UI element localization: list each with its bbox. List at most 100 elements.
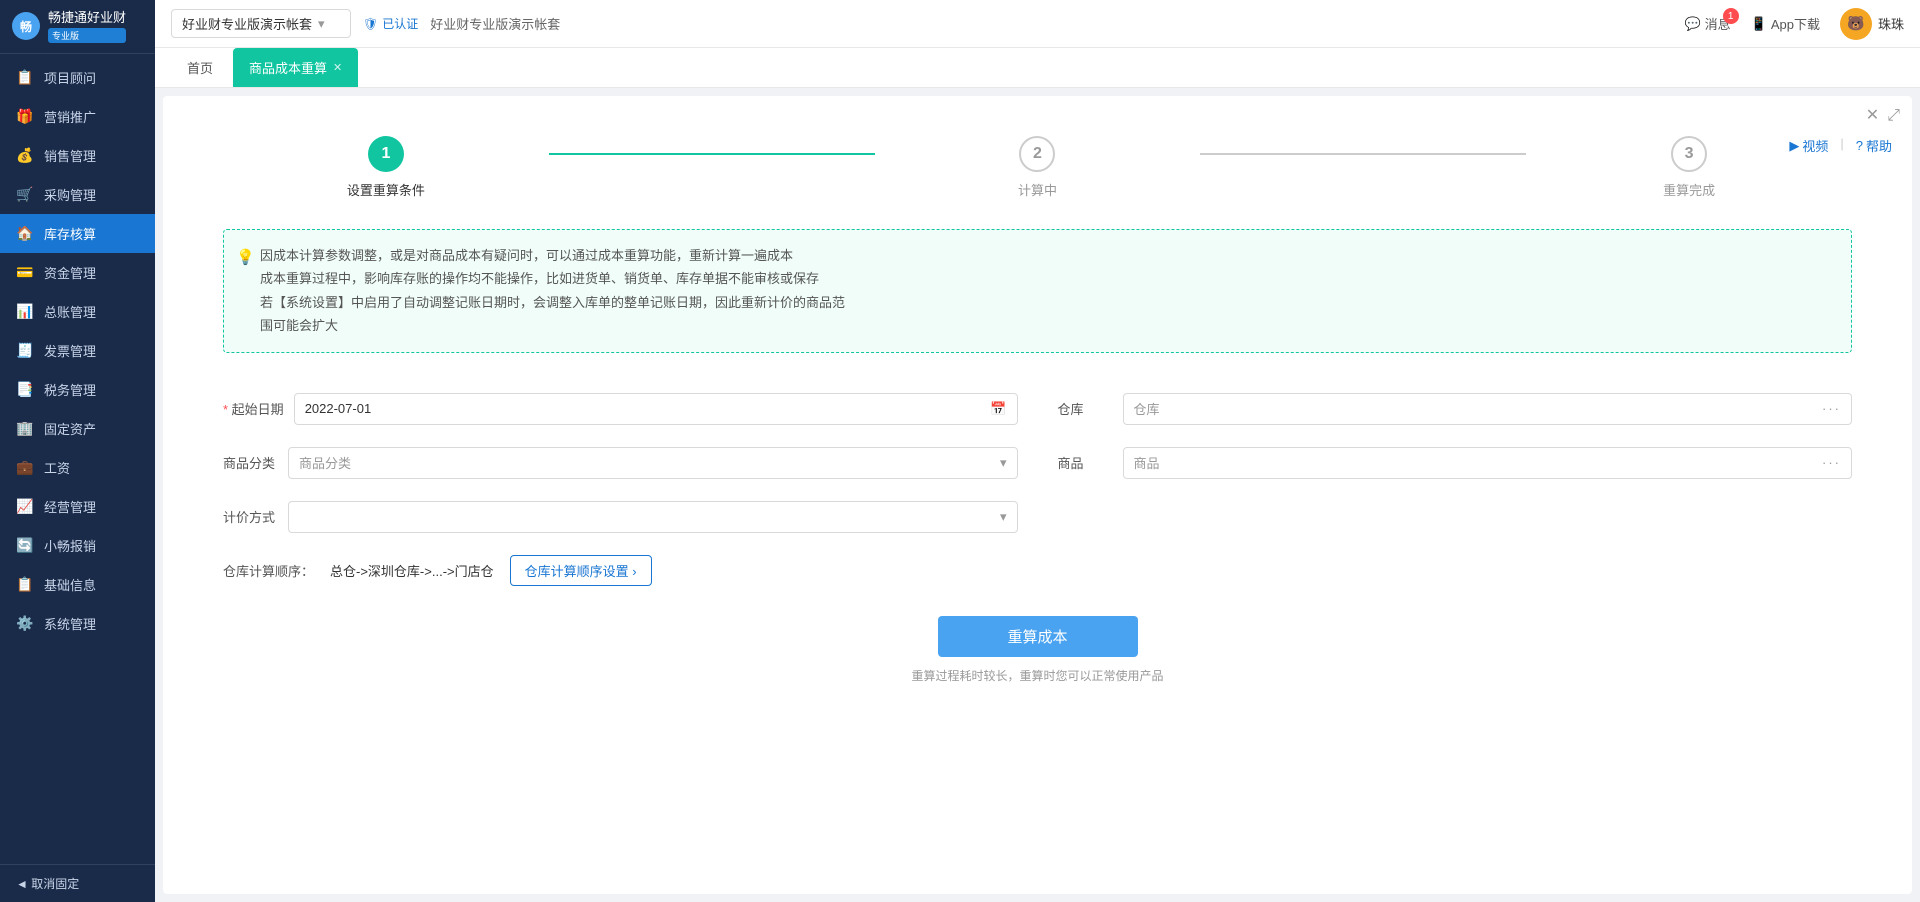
logo-badge: 专业版 bbox=[48, 28, 126, 43]
step-1: 1 设置重算条件 bbox=[223, 136, 549, 199]
step-line-2 bbox=[1200, 153, 1526, 155]
sidebar-item-operation[interactable]: 📈 经营管理 bbox=[0, 487, 155, 526]
project-icon: 📋 bbox=[16, 68, 34, 86]
step-1-label: 设置重算条件 bbox=[347, 180, 425, 199]
category-label: 商品分类 bbox=[223, 453, 278, 472]
user-area: 🐻 珠珠 bbox=[1840, 8, 1904, 40]
message-btn[interactable]: 💬 消息 1 bbox=[1684, 14, 1730, 33]
category-select[interactable]: 商品分类 ▾ bbox=[288, 447, 1018, 479]
sidebar-item-sales[interactable]: 💰 销售管理 bbox=[0, 136, 155, 175]
content-area: ✕ ⤢ ▶ 视频 | ? 帮助 1 设置重算条件 bbox=[163, 96, 1912, 894]
sidebar-item-label: 发票管理 bbox=[44, 341, 96, 360]
step-line-1 bbox=[549, 153, 875, 155]
calc-order-value: 总仓->深圳仓库->...->门店仓 bbox=[330, 561, 494, 580]
sidebar-item-label: 营销推广 bbox=[44, 107, 96, 126]
info-line-4: 围可能会扩大 bbox=[260, 314, 1835, 337]
tab-cost-recalc-label: 商品成本重算 bbox=[249, 58, 327, 77]
tax-icon: 📑 bbox=[16, 380, 34, 398]
notification-badge: 1 bbox=[1723, 8, 1739, 24]
sidebar-item-salary[interactable]: 💼 工资 bbox=[0, 448, 155, 487]
recalc-hint: 重算过程耗时较长，重算时您可以正常使用产品 bbox=[911, 667, 1163, 684]
basic-icon: 📋 bbox=[16, 575, 34, 593]
accounting-icon: 📊 bbox=[16, 302, 34, 320]
pricing-select[interactable]: ▾ bbox=[288, 501, 1018, 533]
verified-badge: 🛡 已认证 bbox=[363, 15, 418, 32]
recalc-btn[interactable]: 重算成本 bbox=[938, 616, 1138, 657]
sidebar: 畅 畅捷通好业财 专业版 📋 项目顾问 🎁 营销推广 💰 销售管理 🛒 采购管理… bbox=[0, 0, 155, 902]
topbar-right: 💬 消息 1 📱 App下载 🐻 珠珠 bbox=[1684, 8, 1904, 40]
tab-close-icon[interactable]: ✕ bbox=[333, 61, 342, 74]
sidebar-item-tax[interactable]: 📑 税务管理 bbox=[0, 370, 155, 409]
sidebar-item-finance[interactable]: 💳 资金管理 bbox=[0, 253, 155, 292]
sidebar-item-project[interactable]: 📋 项目顾问 bbox=[0, 58, 155, 97]
purchase-icon: 🛒 bbox=[16, 185, 34, 203]
app-download-btn[interactable]: 📱 App下载 bbox=[1751, 14, 1820, 33]
step-2: 2 计算中 bbox=[875, 136, 1201, 199]
tab-home[interactable]: 首页 bbox=[171, 48, 229, 87]
warehouse-field: 仓库 仓库 ··· bbox=[1058, 393, 1853, 425]
sidebar-item-accounting[interactable]: 📊 总账管理 bbox=[0, 292, 155, 331]
sidebar-item-purchase[interactable]: 🛒 采购管理 bbox=[0, 175, 155, 214]
verified-label: 已认证 bbox=[382, 15, 418, 32]
info-line-1: 因成本计算参数调整，或是对商品成本有疑问时，可以通过成本重算功能，重新计算一遍成… bbox=[260, 244, 1835, 267]
goods-input[interactable]: 商品 ··· bbox=[1123, 447, 1853, 479]
goods-placeholder: 商品 bbox=[1134, 453, 1160, 472]
sidebar-logo: 畅 畅捷通好业财 专业版 bbox=[0, 0, 155, 54]
sidebar-item-label: 总账管理 bbox=[44, 302, 96, 321]
start-date-input[interactable]: 2022-07-01 📅 bbox=[294, 393, 1018, 425]
warehouse-label: 仓库 bbox=[1058, 399, 1113, 418]
sidebar-item-system[interactable]: ⚙️ 系统管理 bbox=[0, 604, 155, 643]
step-3-circle: 3 bbox=[1671, 136, 1707, 172]
category-placeholder: 商品分类 bbox=[299, 453, 351, 472]
step-3-label: 重算完成 bbox=[1663, 180, 1715, 199]
sidebar-item-label: 小畅报销 bbox=[44, 536, 96, 555]
pricing-field: 计价方式 ▾ bbox=[223, 501, 1018, 533]
category-chevron-icon: ▾ bbox=[1000, 455, 1007, 471]
form-row-2: 商品分类 商品分类 ▾ 商品 商品 ··· bbox=[223, 447, 1852, 479]
company-select-text: 好业财专业版演示帐套 bbox=[182, 14, 312, 33]
tabbar: 首页 商品成本重算 ✕ bbox=[155, 48, 1920, 88]
calc-order-settings-btn[interactable]: 仓库计算顺序设置 › bbox=[510, 555, 652, 586]
goods-more-icon[interactable]: ··· bbox=[1822, 455, 1841, 470]
sidebar-item-expense[interactable]: 🔄 小畅报销 bbox=[0, 526, 155, 565]
goods-label: 商品 bbox=[1058, 453, 1113, 472]
warehouse-input[interactable]: 仓库 ··· bbox=[1123, 393, 1853, 425]
warehouse-more-icon[interactable]: ··· bbox=[1822, 401, 1841, 416]
inventory-icon: 🏠 bbox=[16, 224, 34, 242]
tab-cost-recalc[interactable]: 商品成本重算 ✕ bbox=[233, 48, 358, 87]
lightbulb-icon: 💡 bbox=[236, 244, 255, 271]
sidebar-item-label: 系统管理 bbox=[44, 614, 96, 633]
category-field: 商品分类 商品分类 ▾ bbox=[223, 447, 1018, 479]
finance-icon: 💳 bbox=[16, 263, 34, 281]
sidebar-item-label: 采购管理 bbox=[44, 185, 96, 204]
operation-icon: 📈 bbox=[16, 497, 34, 515]
shield-icon: 🛡 bbox=[363, 17, 378, 31]
sidebar-item-marketing[interactable]: 🎁 营销推广 bbox=[0, 97, 155, 136]
username[interactable]: 珠珠 bbox=[1878, 14, 1904, 33]
start-date-label: 起始日期 bbox=[223, 399, 284, 418]
sidebar-footer-label: ◄ 取消固定 bbox=[16, 875, 79, 892]
sidebar-item-inventory[interactable]: 🏠 库存核算 bbox=[0, 214, 155, 253]
form-area: 起始日期 2022-07-01 📅 仓库 仓库 ··· 商 bbox=[163, 383, 1912, 694]
step-2-circle: 2 bbox=[1019, 136, 1055, 172]
question-icon: ? bbox=[1856, 138, 1863, 153]
help-label: 帮助 bbox=[1866, 136, 1892, 155]
calendar-icon[interactable]: 📅 bbox=[990, 401, 1006, 417]
calc-order-row: 仓库计算顺序： 总仓->深圳仓库->...->门店仓 仓库计算顺序设置 › bbox=[223, 555, 1852, 586]
sidebar-item-label: 资金管理 bbox=[44, 263, 96, 282]
sidebar-item-basic[interactable]: 📋 基础信息 bbox=[0, 565, 155, 604]
logo-title: 畅捷通好业财 bbox=[48, 10, 126, 26]
sidebar-item-label: 库存核算 bbox=[44, 224, 96, 243]
company-name: 好业财专业版演示帐套 bbox=[430, 14, 560, 33]
company-select[interactable]: 好业财专业版演示帐套 ▾ bbox=[171, 9, 351, 38]
help-link[interactable]: ? 帮助 bbox=[1856, 136, 1892, 155]
main-area: 好业财专业版演示帐套 ▾ 🛡 已认证 好业财专业版演示帐套 💬 消息 1 📱 A… bbox=[155, 0, 1920, 902]
start-date-field: 起始日期 2022-07-01 📅 bbox=[223, 393, 1018, 425]
sidebar-pin-toggle[interactable]: ◄ 取消固定 bbox=[0, 864, 155, 902]
recalc-btn-area: 重算成本 重算过程耗时较长，重算时您可以正常使用产品 bbox=[223, 616, 1852, 684]
sidebar-item-fixed-assets[interactable]: 🏢 固定资产 bbox=[0, 409, 155, 448]
invoice-icon: 🧾 bbox=[16, 341, 34, 359]
phone-icon: 📱 bbox=[1751, 16, 1767, 32]
sidebar-item-invoice[interactable]: 🧾 发票管理 bbox=[0, 331, 155, 370]
sales-icon: 💰 bbox=[16, 146, 34, 164]
